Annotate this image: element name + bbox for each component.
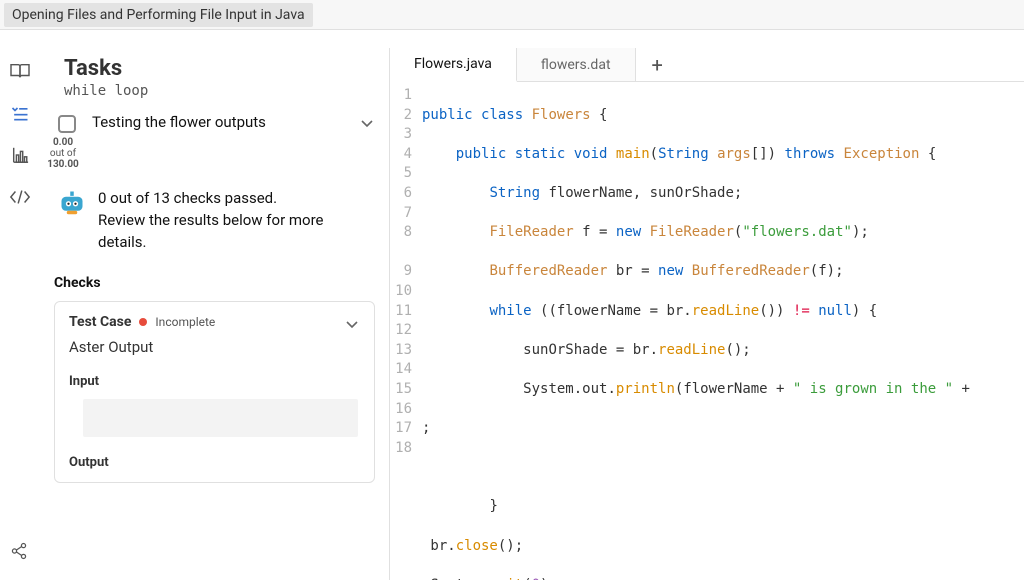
code-icon[interactable]	[9, 186, 31, 208]
status-dot-icon	[139, 318, 147, 326]
main-layout: Tasks while loop 0.00 out of 130.00 Test…	[0, 48, 1024, 580]
test-case-label: Test Case	[69, 314, 131, 330]
share-icon[interactable]	[10, 542, 28, 564]
assignment-title: Opening Files and Performing File Input …	[4, 3, 313, 27]
top-bar: Opening Files and Performing File Input …	[0, 0, 1024, 30]
test-case-name: Aster Output	[69, 338, 360, 356]
chevron-down-icon[interactable]	[359, 115, 375, 135]
bot-message: 0 out of 13 checks passed. Review the re…	[98, 188, 328, 253]
code-content[interactable]: public class Flowers { public static voi…	[418, 82, 970, 580]
tab-flowers-dat[interactable]: flowers.dat	[517, 48, 636, 81]
book-icon[interactable]	[9, 60, 31, 82]
bot-feedback-row: 0 out of 13 checks passed. Review the re…	[54, 188, 375, 253]
input-label: Input	[69, 374, 360, 389]
checklist-icon[interactable]	[9, 102, 31, 124]
bot-avatar-icon	[58, 188, 86, 216]
task-block: 0.00 out of 130.00 Testing the flower ou…	[40, 113, 389, 483]
task-title: Testing the flower outputs	[92, 113, 375, 131]
sub-bar	[0, 30, 1024, 48]
test-case-header[interactable]: Test Case Incomplete	[69, 314, 360, 330]
test-case-card: Test Case Incomplete Aster Output Input …	[54, 301, 375, 483]
task-row[interactable]: 0.00 out of 130.00 Testing the flower ou…	[54, 113, 375, 170]
tasks-panel: Tasks while loop 0.00 out of 130.00 Test…	[40, 48, 390, 580]
code-editor: Flowers.java flowers.dat + 1234567891011…	[390, 48, 1024, 580]
previous-task-snippet: while loop	[40, 83, 389, 107]
add-tab-button[interactable]: +	[636, 48, 679, 81]
line-gutter: 123456789101112131415161718	[390, 82, 418, 580]
editor-tabs: Flowers.java flowers.dat +	[390, 48, 1024, 82]
chevron-down-icon[interactable]	[344, 316, 360, 336]
input-box	[83, 399, 358, 437]
task-score: 0.00 out of 130.00	[46, 137, 80, 170]
code-area[interactable]: 123456789101112131415161718 public class…	[390, 82, 1024, 580]
bar-chart-icon[interactable]	[9, 144, 31, 166]
test-status: Incomplete	[155, 315, 215, 329]
tab-flowers-java[interactable]: Flowers.java	[390, 48, 517, 82]
checks-heading: Checks	[54, 275, 375, 291]
task-checkbox[interactable]	[58, 115, 76, 133]
left-icon-rail	[0, 48, 40, 580]
output-label: Output	[69, 455, 360, 470]
